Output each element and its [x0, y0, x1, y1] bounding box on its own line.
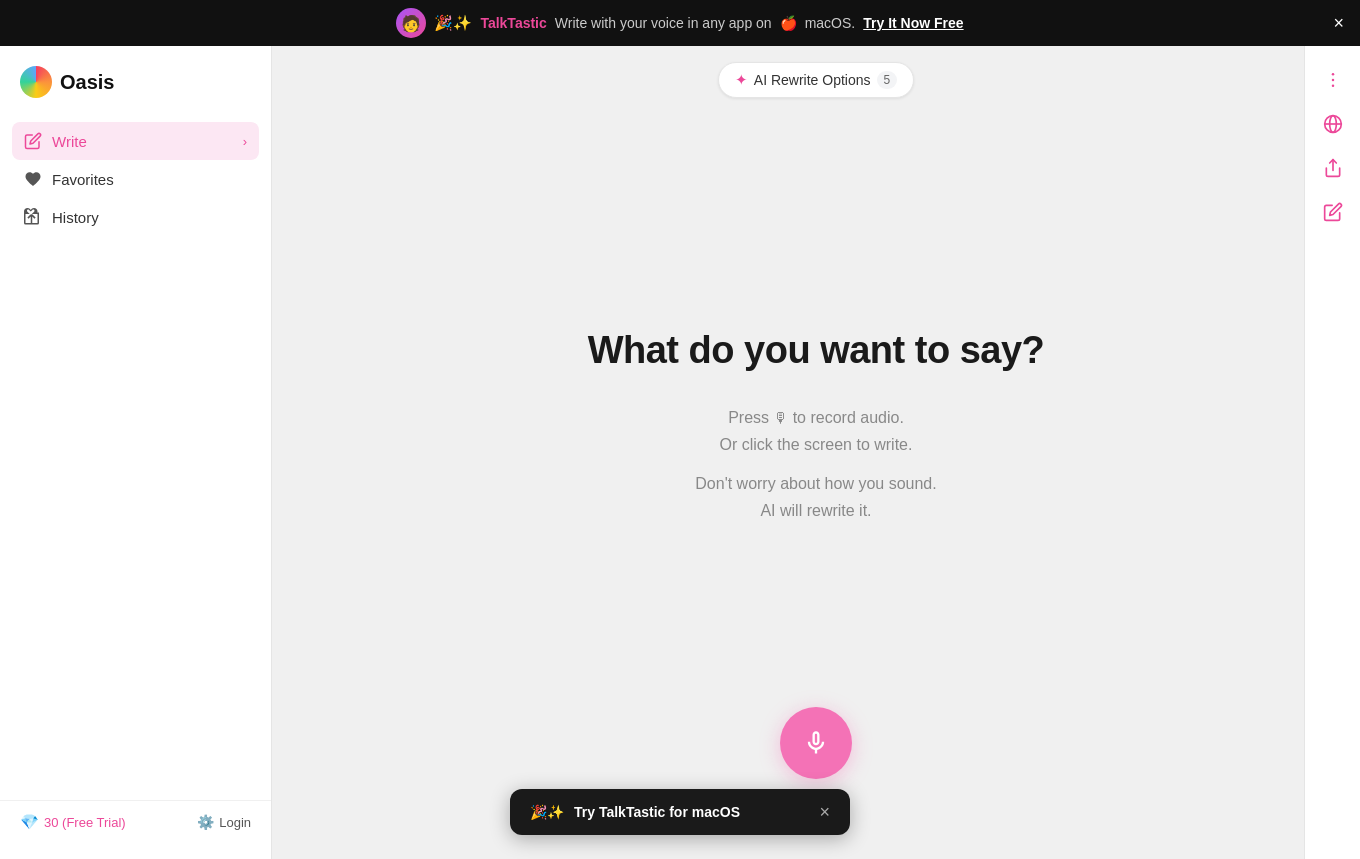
- history-label: History: [52, 209, 99, 226]
- toast-close-button[interactable]: ×: [819, 803, 830, 821]
- gem-icon: 💎: [20, 813, 39, 831]
- sidebar-item-history[interactable]: History: [12, 198, 259, 236]
- credits-badge: 💎 30 (Free Trial): [20, 813, 126, 831]
- press-text: Press: [728, 409, 769, 426]
- share-icon: [1323, 158, 1343, 178]
- banner-close-button[interactable]: ×: [1333, 14, 1344, 32]
- mic-container: [780, 707, 852, 779]
- sidebar-item-favorites[interactable]: Favorites: [12, 160, 259, 198]
- toast-bar: 🎉✨ Try TalkTastic for macOS ×: [510, 789, 850, 835]
- mic-record-button[interactable]: [780, 707, 852, 779]
- ai-rewrite-button[interactable]: ✦ AI Rewrite Options 5: [718, 62, 914, 98]
- svg-point-0: [1331, 73, 1334, 76]
- top-banner: 🧑 🎉✨ TalkTastic Write with your voice in…: [0, 0, 1360, 46]
- main-toolbar: ✦ AI Rewrite Options 5: [272, 46, 1360, 114]
- ai-rewrite-text: AI will rewrite it.: [760, 502, 871, 519]
- write-icon: [24, 132, 42, 150]
- edit-icon: [1323, 202, 1343, 222]
- ai-star-icon: ✦: [735, 71, 748, 89]
- dont-worry-text: Don't worry about how you sound.: [695, 475, 936, 492]
- banner-emoji: 🎉✨: [434, 14, 472, 32]
- credits-text: 30 (Free Trial): [44, 815, 126, 830]
- main-content: ✦ AI Rewrite Options 5 What do you want …: [272, 46, 1360, 859]
- write-chevron-icon: ›: [243, 134, 247, 149]
- login-button[interactable]: ⚙️ Login: [197, 814, 251, 830]
- gear-icon: ⚙️: [197, 814, 214, 830]
- sidebar-nav: Write › Favorites History: [0, 114, 271, 800]
- toast-cta[interactable]: Try TalkTastic for macOS: [574, 804, 740, 820]
- logo-text: Oasis: [60, 71, 114, 94]
- ai-rewrite-count: 5: [877, 71, 898, 89]
- banner-apple-icon: 🍎: [780, 15, 797, 31]
- banner-text: Write with your voice in any app on: [555, 15, 772, 31]
- history-icon: [24, 208, 42, 226]
- oasis-logo-icon: [20, 66, 52, 98]
- app-layout: Oasis Write ›: [0, 0, 1360, 859]
- sidebar-logo: Oasis: [0, 46, 271, 114]
- edit-button[interactable]: [1315, 194, 1351, 230]
- sidebar-item-write[interactable]: Write ›: [12, 122, 259, 160]
- banner-avatar: 🧑: [396, 8, 426, 38]
- instruction-record: Press 🎙 to record audio. Or click the sc…: [720, 404, 913, 458]
- more-dots-icon: [1323, 70, 1343, 90]
- banner-cta-link[interactable]: Try It Now Free: [863, 15, 963, 31]
- toast-emoji: 🎉✨: [530, 804, 564, 820]
- svg-point-1: [1331, 79, 1334, 82]
- click-text: Or click the screen to write.: [720, 436, 913, 453]
- favorites-label: Favorites: [52, 171, 114, 188]
- main-heading: What do you want to say?: [588, 329, 1045, 372]
- globe-icon: [1323, 114, 1343, 134]
- mic-inline-icon: 🎙: [773, 409, 792, 426]
- instruction-ai: Don't worry about how you sound. AI will…: [695, 470, 936, 524]
- globe-button[interactable]: [1315, 106, 1351, 142]
- record-text: to record audio.: [793, 409, 904, 426]
- favorites-icon: [24, 170, 42, 188]
- write-label: Write: [52, 133, 87, 150]
- sidebar-footer: 💎 30 (Free Trial) ⚙️ Login: [0, 800, 271, 843]
- sidebar: Oasis Write ›: [0, 46, 272, 859]
- right-panel: [1304, 46, 1360, 859]
- banner-brand: TalkTastic: [480, 15, 546, 31]
- ai-rewrite-label: AI Rewrite Options: [754, 72, 871, 88]
- svg-point-2: [1331, 85, 1334, 88]
- microphone-icon: [802, 729, 830, 757]
- share-button[interactable]: [1315, 150, 1351, 186]
- banner-macos: macOS.: [805, 15, 856, 31]
- login-label: Login: [219, 815, 251, 830]
- more-options-button[interactable]: [1315, 62, 1351, 98]
